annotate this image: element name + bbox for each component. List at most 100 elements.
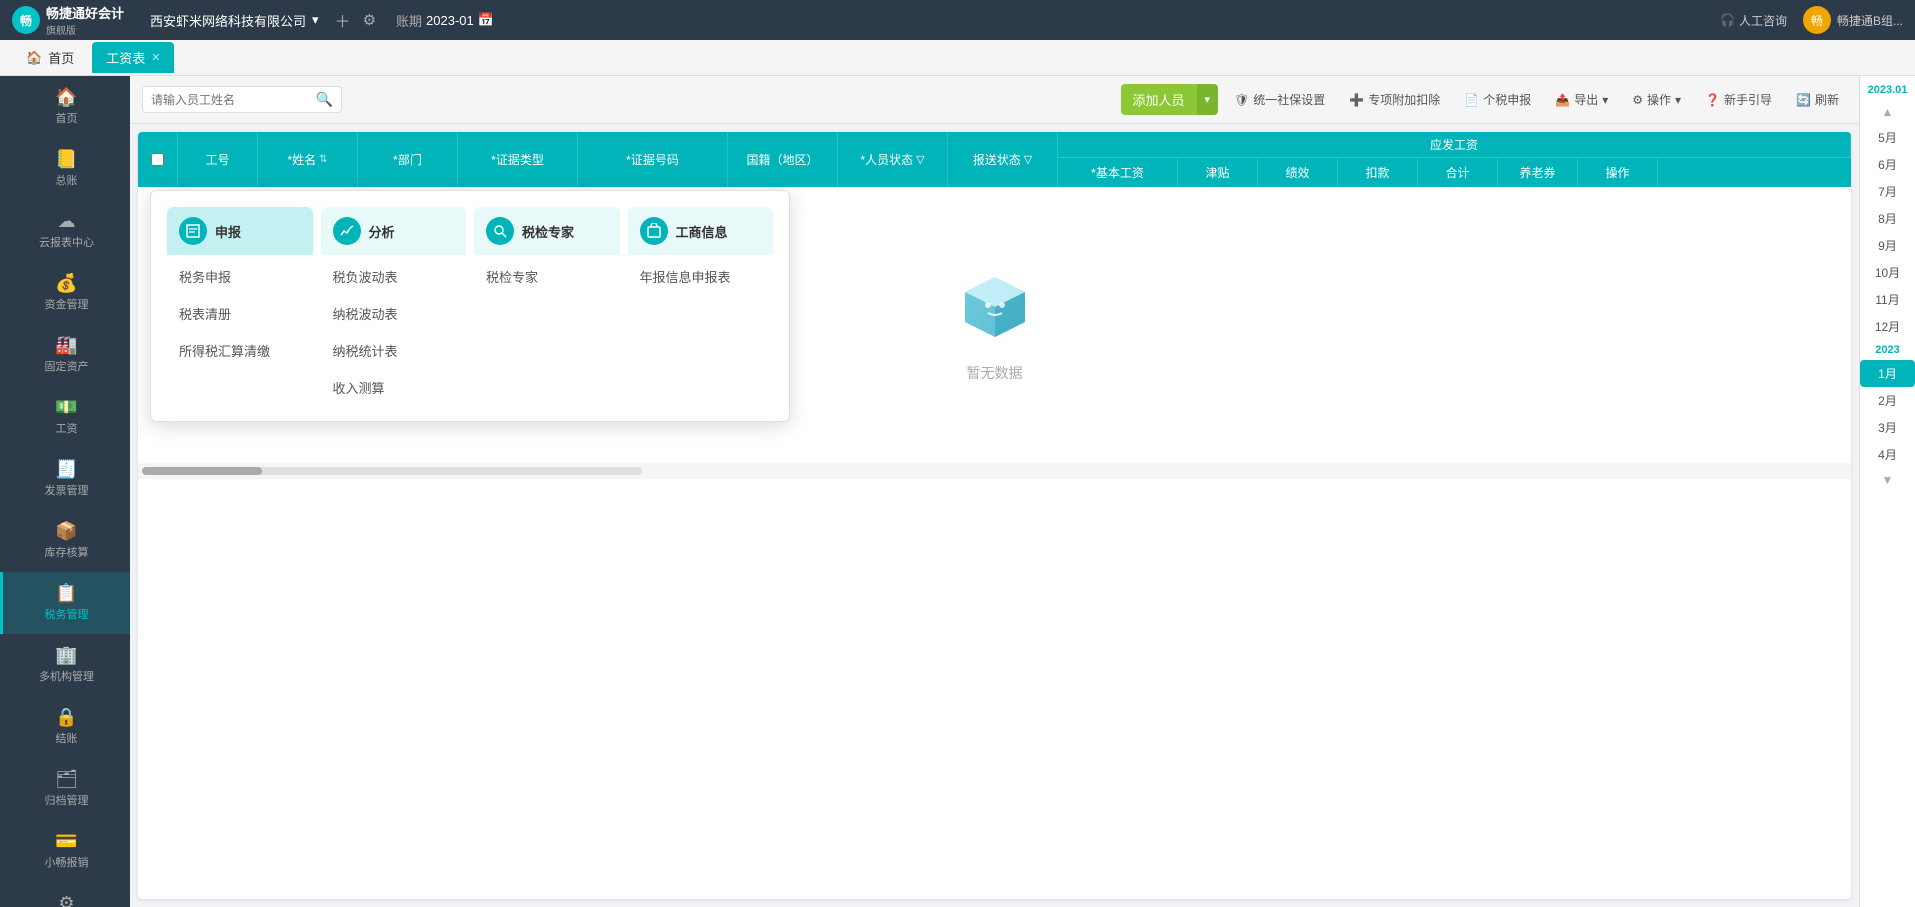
month-7-label: 7月: [1878, 185, 1897, 199]
tab-close-icon[interactable]: ✕: [151, 51, 160, 64]
category-header-bizinfo[interactable]: 工商信息: [628, 207, 774, 255]
settings-gear-icon[interactable]: ⚙: [363, 11, 376, 29]
th-ops-label: 操作: [1605, 164, 1629, 181]
operations-button[interactable]: ⚙ 操作 ▾: [1624, 87, 1689, 112]
th-status-label: *人员状态: [860, 151, 913, 168]
panel-nav-up[interactable]: ▲: [1874, 102, 1902, 122]
shenba-items: 税务申报 税表清册 所得税汇算清缴: [167, 259, 313, 368]
sidebar-item-ledger[interactable]: 📒 总账: [0, 138, 130, 200]
taxexpert-title: 税检专家: [522, 222, 574, 241]
sidebar-item-funds[interactable]: 💰 资金管理: [0, 262, 130, 324]
tab-home[interactable]: 🏠 首页: [12, 42, 88, 73]
month-7[interactable]: 7月: [1860, 178, 1915, 205]
sidebar-label-tax: 税务管理: [45, 606, 89, 622]
item-tax-filing[interactable]: 税务申报: [167, 259, 313, 294]
category-header-taxexpert[interactable]: 税检专家: [474, 207, 620, 255]
month-3[interactable]: 3月: [1860, 414, 1915, 441]
sidebar-item-xiaochang[interactable]: 💳 小畅报销: [0, 820, 130, 882]
funds-icon: 💰: [55, 274, 77, 292]
month-12[interactable]: 12月: [1860, 313, 1915, 340]
month-1[interactable]: 1月: [1860, 360, 1915, 387]
month-4[interactable]: 4月: [1860, 441, 1915, 468]
social-security-button[interactable]: 🛡 统一社保设置: [1226, 87, 1333, 112]
th-id: 工号: [178, 132, 258, 187]
month-8[interactable]: 8月: [1860, 205, 1915, 232]
sidebar-label-salary: 工资: [56, 420, 78, 436]
sidebar-item-stock[interactable]: 📦 库存核算: [0, 510, 130, 572]
item-tax-form-list[interactable]: 税表清册: [167, 296, 313, 331]
category-header-analysis[interactable]: 分析: [321, 207, 467, 255]
category-header-shenba[interactable]: 申报: [167, 207, 313, 255]
month-9[interactable]: 9月: [1860, 232, 1915, 259]
item-income-calc-label: 收入测算: [333, 381, 385, 396]
month-10[interactable]: 10月: [1860, 259, 1915, 286]
sidebar-item-assets[interactable]: 🏭 固定资产: [0, 324, 130, 386]
th-checkbox[interactable]: [138, 132, 178, 187]
item-tax-flow[interactable]: 纳税波动表: [321, 296, 467, 331]
user-avatar-area[interactable]: 畅 畅捷通B组...: [1803, 6, 1903, 34]
scroll-thumb[interactable]: [142, 467, 262, 475]
tax-declaration-button[interactable]: 📄 个税申报: [1456, 87, 1539, 112]
special-deduction-label: 专项附加扣除: [1368, 91, 1440, 108]
invoice-icon: 🧾: [55, 460, 77, 478]
salary-icon: 💵: [55, 398, 77, 416]
dropdown-category-analysis: 分析 税负波动表 纳税波动表 纳税统计表: [321, 207, 467, 405]
table-header-row1: 工号 *姓名 ⇅ *部门 *证据类型 *证据号码 国籍（地区）: [138, 132, 1851, 187]
sidebar-item-invoice[interactable]: 🧾 发票管理: [0, 448, 130, 510]
th-ops: 操作: [1578, 158, 1658, 187]
scroll-track[interactable]: [142, 467, 642, 475]
th-country: 国籍（地区）: [728, 132, 838, 187]
item-tax-burden[interactable]: 税负波动表: [321, 259, 467, 294]
add-person-dropdown-button[interactable]: ▾: [1197, 84, 1219, 115]
item-tax-annual-settle[interactable]: 所得税汇算清缴: [167, 333, 313, 368]
sidebar-item-multiorg[interactable]: 🏢 多机构管理: [0, 634, 130, 696]
item-tax-stat[interactable]: 纳税统计表: [321, 333, 467, 368]
th-name[interactable]: *姓名 ⇅: [258, 132, 358, 187]
settings-icon: ⚙: [58, 894, 74, 907]
sidebar-item-close[interactable]: 🔒 结账: [0, 696, 130, 758]
export-button[interactable]: 📤 导出 ▾: [1547, 87, 1616, 112]
sidebar-item-settings[interactable]: ⚙ 基础设置: [0, 882, 130, 907]
sidebar-item-cloud[interactable]: ☁ 云报表中心: [0, 200, 130, 262]
th-report-status[interactable]: 报送状态 ▽: [948, 132, 1058, 187]
month-6[interactable]: 6月: [1860, 151, 1915, 178]
th-idtype: *证据类型: [458, 132, 578, 187]
item-tax-flow-label: 纳税波动表: [333, 307, 398, 322]
th-country-label: 国籍（地区）: [746, 151, 818, 168]
guide-btn-icon: ❓: [1705, 93, 1720, 107]
new-guide-button[interactable]: ❓ 新手引导: [1697, 87, 1780, 112]
sidebar-label-assets: 固定资产: [45, 358, 89, 374]
item-income-calc[interactable]: 收入测算: [321, 370, 467, 405]
ai-consult-button[interactable]: 🎧 人工咨询: [1720, 12, 1787, 29]
th-status[interactable]: *人员状态 ▽: [838, 132, 948, 187]
month-2[interactable]: 2月: [1860, 387, 1915, 414]
month-11[interactable]: 11月: [1860, 286, 1915, 313]
month-5[interactable]: 5月: [1860, 124, 1915, 151]
company-selector[interactable]: 西安虾米网络科技有限公司 ▾: [142, 7, 327, 34]
sidebar-item-home[interactable]: 🏠 首页: [0, 76, 130, 138]
th-dept-label: *部门: [393, 151, 422, 168]
sidebar-item-salary[interactable]: 💵 工资: [0, 386, 130, 448]
panel-nav-down[interactable]: ▼: [1874, 470, 1902, 490]
period-value: 2023-01: [426, 13, 474, 28]
salary-group-label: 应发工资: [1430, 138, 1478, 152]
special-deduction-button[interactable]: ➕ 专项附加扣除: [1341, 87, 1448, 112]
period-calendar-icon[interactable]: 📅: [478, 12, 494, 28]
sidebar-item-tax[interactable]: 📋 税务管理: [0, 572, 130, 634]
add-icon[interactable]: ＋: [335, 8, 351, 32]
th-deduction: 扣款: [1338, 158, 1418, 187]
search-input[interactable]: [151, 93, 310, 107]
scroll-bar-bottom[interactable]: [138, 463, 1851, 479]
item-taxexpert[interactable]: 税检专家: [474, 259, 620, 294]
sidebar-label-close: 结账: [56, 730, 78, 746]
content-area: 🔍 添加人员 ▾ 🛡 统一社保设置 ➕ 专项附加扣除 📄 个税申报: [130, 76, 1859, 907]
add-person-button[interactable]: 添加人员: [1121, 84, 1197, 115]
home-icon: 🏠: [26, 50, 42, 66]
sidebar: 🏠 首页 📒 总账 ☁ 云报表中心 💰 资金管理 🏭 固定资产 💵 工资 🧾 发…: [0, 76, 130, 907]
refresh-button[interactable]: 🔄 刷新: [1788, 87, 1847, 112]
select-all-checkbox[interactable]: [151, 153, 164, 166]
item-annual-report[interactable]: 年报信息申报表: [628, 259, 774, 294]
tab-salary[interactable]: 工资表 ✕: [92, 42, 174, 73]
item-tax-stat-label: 纳税统计表: [333, 344, 398, 359]
sidebar-item-archive[interactable]: 🗂 归档管理: [0, 758, 130, 820]
